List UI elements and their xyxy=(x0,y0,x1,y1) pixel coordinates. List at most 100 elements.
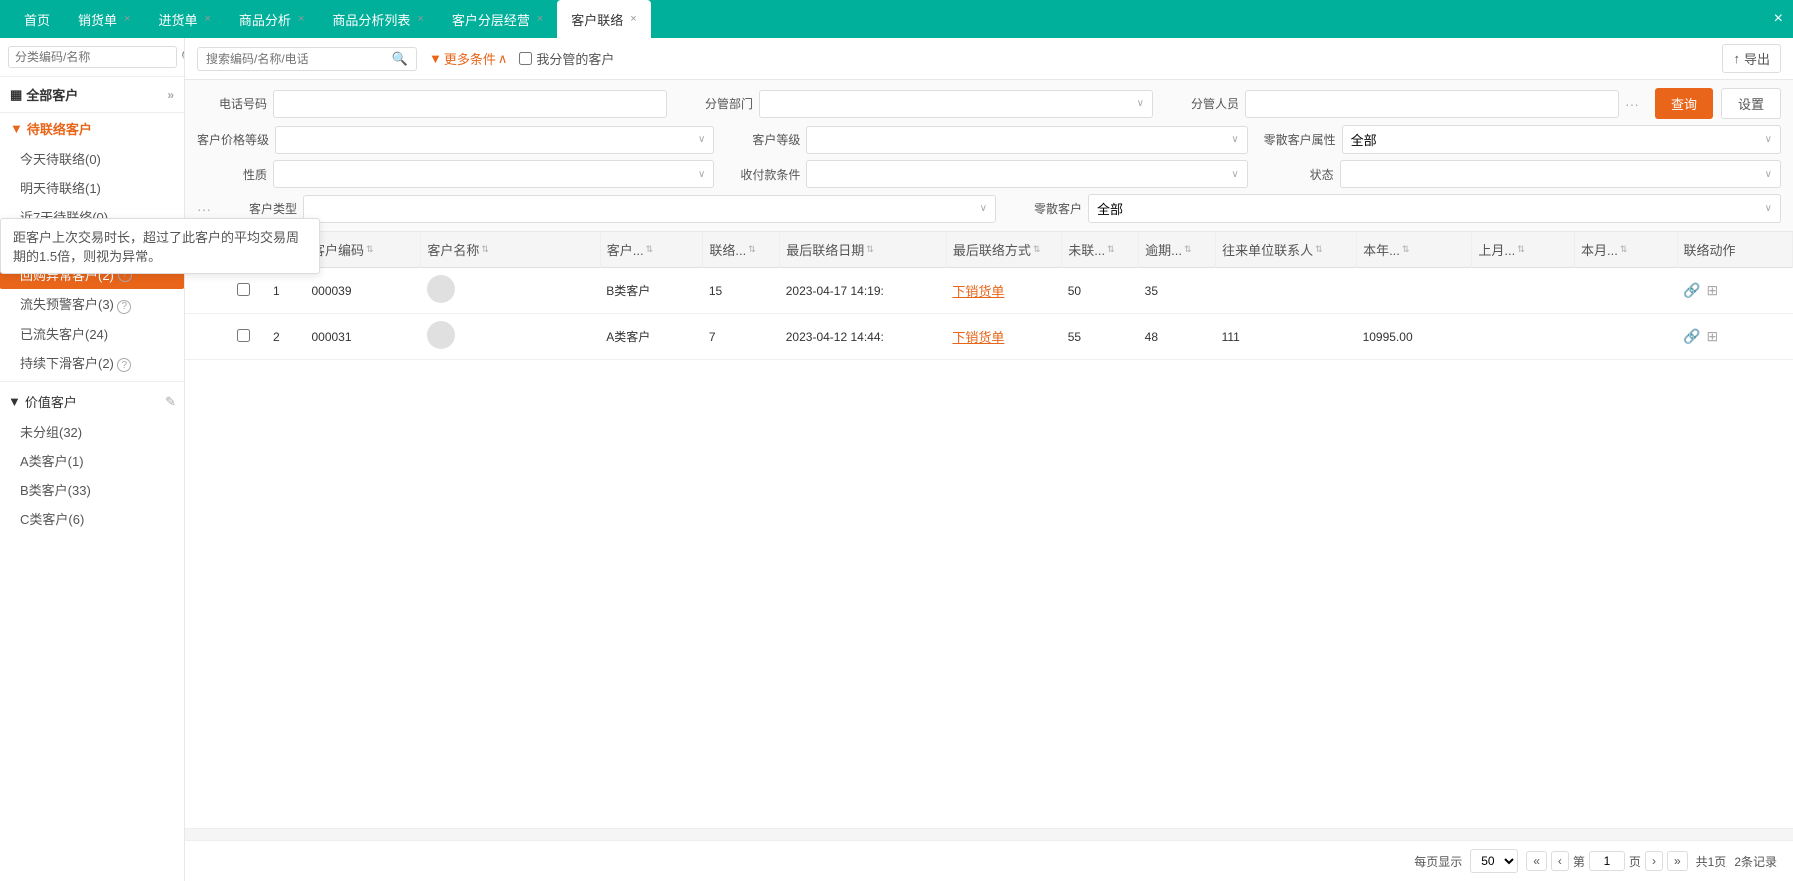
sidebar-item-today[interactable]: 今天待联络(0) xyxy=(0,144,184,173)
row-index: 2 xyxy=(267,314,305,360)
uncontacted-sort-icon: ⇅ xyxy=(1107,244,1115,255)
nav-tab-home[interactable]: 首页 xyxy=(10,0,64,38)
sidebar-item-ungrouped[interactable]: 未分组(32) xyxy=(0,417,184,446)
col-last-contact-method[interactable]: 最后联络方式 ⇅ xyxy=(946,232,1061,268)
customers-table: ⚙ 客户编码 ⇅ 客户名称 xyxy=(185,232,1793,360)
row-last-contact-method[interactable]: 下销货单 xyxy=(946,268,1061,314)
contact-grid-icon[interactable]: ⊞ xyxy=(1706,328,1718,345)
price-grade-select[interactable]: ∨ xyxy=(275,126,714,154)
status-select[interactable]: ∨ xyxy=(1340,160,1781,188)
row-name xyxy=(421,268,600,314)
close-product-analysis-icon[interactable]: × xyxy=(298,13,304,25)
dept-select[interactable]: ∨ xyxy=(759,90,1153,118)
partner-sort-icon: ⇅ xyxy=(1315,244,1323,255)
sidebar-item-declining[interactable]: 持续下滑客户(2) ? xyxy=(0,348,184,378)
col-last-contact-date[interactable]: 最后联络日期 ⇅ xyxy=(780,232,947,268)
sidebar-item-b-class[interactable]: B类客户(33) xyxy=(0,475,184,504)
prev-page-btn[interactable]: ‹ xyxy=(1551,851,1569,871)
export-button[interactable]: ↑ 导出 xyxy=(1722,44,1781,73)
main-search-icon[interactable]: 🔍 xyxy=(392,51,408,67)
filter-phone: 电话号码 xyxy=(197,90,667,118)
customer-grade-select[interactable]: ∨ xyxy=(806,126,1247,154)
close-purchase-icon[interactable]: × xyxy=(204,13,210,25)
phone-input[interactable] xyxy=(273,90,667,118)
my-customers-checkbox-label[interactable]: 我分管的客户 xyxy=(519,49,614,68)
scatter-customer-select[interactable]: 全部 ∨ xyxy=(1088,194,1781,223)
my-customers-checkbox[interactable] xyxy=(519,52,532,65)
close-customer-segment-icon[interactable]: × xyxy=(537,13,543,25)
col-last-month[interactable]: 上月... ⇅ xyxy=(1472,232,1575,268)
more-conditions-btn[interactable]: ▼ 更多条件 ∧ xyxy=(429,49,507,68)
scatter-attr-label: 零散客户属性 xyxy=(1264,131,1336,148)
row-this-year xyxy=(1357,268,1472,314)
phone-label: 电话号码 xyxy=(197,95,267,112)
sidebar-item-a-class[interactable]: A类客户(1) xyxy=(0,446,184,475)
person-input[interactable] xyxy=(1245,90,1619,118)
sidebar-divider xyxy=(0,381,184,382)
nav-tab-purchase[interactable]: 进货单 × xyxy=(144,0,224,38)
sidebar-collapse-icon[interactable]: » xyxy=(167,88,174,102)
contact-link-icon[interactable]: 🔗 xyxy=(1683,328,1700,345)
contact-link-icon[interactable]: 🔗 xyxy=(1683,282,1700,299)
total-records: 2条记录 xyxy=(1734,853,1777,870)
nav-tab-product-analysis[interactable]: 商品分析 × xyxy=(225,0,318,38)
settings-button[interactable]: 设置 xyxy=(1721,88,1781,119)
col-overdue[interactable]: 逾期... ⇅ xyxy=(1139,232,1216,268)
nav-tab-sales[interactable]: 销货单 × xyxy=(64,0,144,38)
first-page-btn[interactable]: « xyxy=(1526,851,1547,871)
nav-tab-product-list[interactable]: 商品分析列表 × xyxy=(318,0,437,38)
main-search-input[interactable] xyxy=(206,52,388,66)
row-checkbox[interactable] xyxy=(231,314,267,360)
lost-soon-info-icon[interactable]: ? xyxy=(117,300,131,314)
nav-tab-customer-segment[interactable]: 客户分层经营 × xyxy=(438,0,557,38)
sidebar-all-customers[interactable]: ▦ 全部客户 » xyxy=(0,77,184,113)
page-number-input[interactable] xyxy=(1589,851,1625,871)
col-this-year[interactable]: 本年... ⇅ xyxy=(1357,232,1472,268)
sidebar-item-lost-soon[interactable]: 流失预警客户(3) ? xyxy=(0,289,184,319)
row-last-month xyxy=(1472,268,1575,314)
scatter-attr-chevron-icon: ∨ xyxy=(1765,134,1772,145)
filter-row-4: ··· 客户类型 ∨ 零散客户 全部 ∨ xyxy=(197,194,1781,223)
col-action: 联络动作 xyxy=(1677,232,1792,268)
close-sales-icon[interactable]: × xyxy=(124,13,130,25)
last-page-btn[interactable]: » xyxy=(1667,851,1688,871)
pending-contact-section[interactable]: ▼ 待联络客户 xyxy=(0,113,184,144)
close-all-btn[interactable]: × xyxy=(1774,10,1783,28)
person-dots-icon[interactable]: ··· xyxy=(1625,96,1639,112)
col-type[interactable]: 客户... ⇅ xyxy=(600,232,703,268)
col-contact[interactable]: 联络... ⇅ xyxy=(703,232,780,268)
row-code: 000039 xyxy=(305,268,420,314)
col-this-month[interactable]: 本月... ⇅ xyxy=(1574,232,1677,268)
row-last-contact-method[interactable]: 下销货单 xyxy=(946,314,1061,360)
next-page-btn[interactable]: › xyxy=(1645,851,1663,871)
per-page-select[interactable]: 50 xyxy=(1470,849,1518,873)
declining-info-icon[interactable]: ? xyxy=(117,358,131,372)
col-name[interactable]: 客户名称 ⇅ xyxy=(421,232,600,268)
col-uncontacted[interactable]: 未联... ⇅ xyxy=(1062,232,1139,268)
close-customer-contact-icon[interactable]: × xyxy=(630,13,636,25)
row4-dots-icon[interactable]: ··· xyxy=(197,201,211,217)
filter-row-3: 性质 ∨ 收付款条件 ∨ 状态 ∨ xyxy=(197,160,1781,188)
value-customers-section[interactable]: ▼ 价值客户 ✎ xyxy=(0,386,184,417)
query-button[interactable]: 查询 xyxy=(1655,88,1713,119)
scatter-attr-select[interactable]: 全部 ∨ xyxy=(1342,125,1781,154)
close-product-list-icon[interactable]: × xyxy=(417,13,423,25)
col-code[interactable]: 客户编码 ⇅ xyxy=(305,232,420,268)
top-nav: 首页 销货单 × 进货单 × 商品分析 × 商品分析列表 × 客户分层经营 × … xyxy=(0,0,1793,38)
col-partner-contacts[interactable]: 往来单位联系人 ⇅ xyxy=(1216,232,1357,268)
customer-type-select[interactable]: ∨ xyxy=(303,195,996,223)
row-checkbox[interactable] xyxy=(231,268,267,314)
contact-grid-icon[interactable]: ⊞ xyxy=(1706,282,1718,299)
horizontal-scrollbar[interactable] xyxy=(185,828,1793,840)
row-partner-contacts: 111 xyxy=(1216,314,1357,360)
sidebar-search-input[interactable] xyxy=(8,46,177,68)
payment-select[interactable]: ∨ xyxy=(806,160,1247,188)
nav-tab-customer-contact[interactable]: 客户联络 × xyxy=(557,0,650,38)
sidebar-item-tomorrow[interactable]: 明天待联络(1) xyxy=(0,173,184,202)
row-this-month xyxy=(1574,314,1677,360)
table-container[interactable]: ⚙ 客户编码 ⇅ 客户名称 xyxy=(185,232,1793,828)
nature-select[interactable]: ∨ xyxy=(273,160,714,188)
sidebar-item-c-class[interactable]: C类客户(6) xyxy=(0,504,184,533)
edit-icon[interactable]: ✎ xyxy=(165,394,176,410)
sidebar-item-already-lost[interactable]: 已流失客户(24) xyxy=(0,319,184,348)
